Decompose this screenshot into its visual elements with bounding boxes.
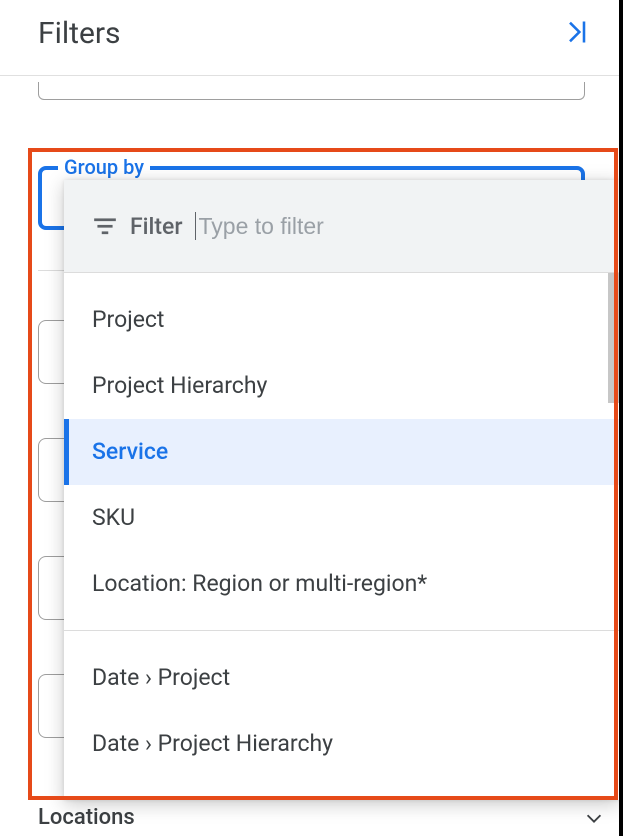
filter-list-icon bbox=[92, 213, 118, 239]
hidden-field bbox=[38, 320, 65, 384]
hidden-field bbox=[38, 556, 65, 620]
collapse-panel-button[interactable] bbox=[563, 18, 591, 50]
filters-header: Filters bbox=[0, 0, 623, 76]
option-date-project[interactable]: Date › Project bbox=[64, 645, 620, 711]
locations-section-header[interactable]: Locations bbox=[38, 805, 605, 830]
hidden-field bbox=[38, 438, 65, 502]
option-location[interactable]: Location: Region or multi-region* bbox=[64, 551, 620, 617]
group-by-label: Group by bbox=[58, 155, 150, 179]
chevron-collapse-icon bbox=[563, 18, 591, 46]
option-project-hierarchy[interactable]: Project Hierarchy bbox=[64, 353, 620, 419]
filter-row: Filter bbox=[64, 180, 620, 273]
chevron-down-icon bbox=[583, 807, 605, 829]
filters-title: Filters bbox=[38, 16, 121, 51]
group-by-dropdown: Filter Project Project Hierarchy Service… bbox=[64, 180, 620, 800]
option-project[interactable]: Project bbox=[64, 287, 620, 353]
panel-right-edge bbox=[619, 0, 623, 836]
filter-label: Filter bbox=[130, 213, 183, 240]
hidden-field bbox=[38, 674, 65, 738]
option-service[interactable]: Service bbox=[64, 419, 620, 485]
option-group-2: Date › Project Date › Project Hierarchy bbox=[64, 630, 620, 791]
locations-label: Locations bbox=[38, 805, 135, 830]
option-date-project-hierarchy[interactable]: Date › Project Hierarchy bbox=[64, 711, 620, 777]
filter-input[interactable] bbox=[195, 212, 592, 240]
option-sku[interactable]: SKU bbox=[64, 485, 620, 551]
previous-field-partial bbox=[0, 82, 623, 100]
option-group-1: Project Project Hierarchy Service SKU Lo… bbox=[64, 273, 620, 630]
options-list: Project Project Hierarchy Service SKU Lo… bbox=[64, 273, 620, 800]
